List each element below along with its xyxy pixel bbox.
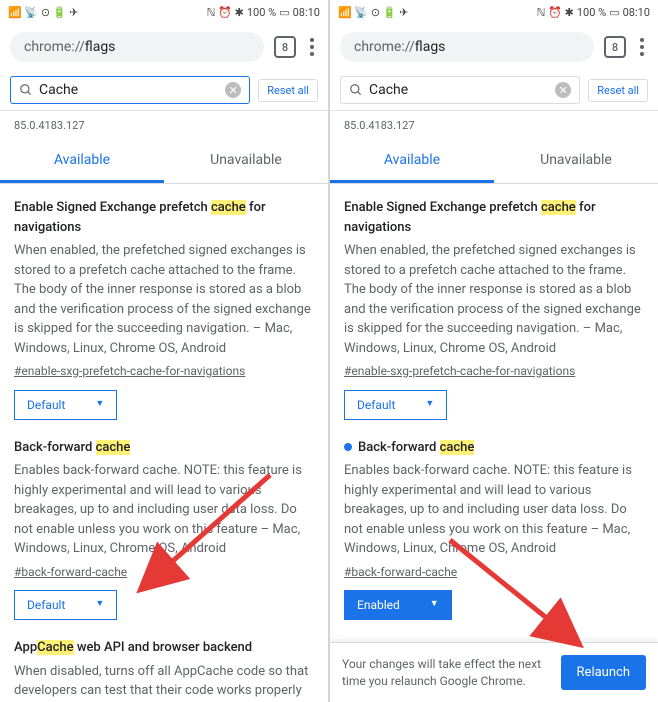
search-input[interactable] — [39, 82, 219, 98]
tab-available[interactable]: Available — [330, 140, 494, 183]
url-prefix: chrome:// — [24, 39, 85, 55]
tab-unavailable[interactable]: Unavailable — [494, 140, 658, 183]
tabs: Available Unavailable — [0, 140, 328, 184]
battery-text: 100 % — [577, 6, 606, 19]
highlight: cache — [96, 440, 131, 455]
flag-link[interactable]: #enable-sxg-prefetch-cache-for-navigatio… — [344, 362, 575, 380]
version-text: 85.0.4183.127 — [0, 111, 328, 140]
chevron-down-icon: ▼ — [430, 598, 439, 612]
tab-available[interactable]: Available — [0, 140, 164, 183]
relaunch-button[interactable]: Relaunch — [561, 655, 646, 690]
flag-title: AppCache web API and browser backend — [14, 638, 314, 658]
url-field[interactable]: chrome://flags — [340, 32, 594, 62]
flag-description: When enabled, the prefetched signed exch… — [14, 241, 314, 358]
relaunch-bar: Your changes will take effect the next t… — [330, 642, 658, 702]
search-icon — [19, 83, 33, 97]
chevron-down-icon: ▼ — [425, 398, 434, 412]
battery-text: 100 % — [247, 6, 276, 19]
search-box[interactable]: ✕ — [10, 76, 250, 104]
search-icon — [349, 83, 363, 97]
status-left: 📶 📡 ⊙ 🔋 ✈ — [8, 6, 78, 19]
phone-right: 📶 📡 ⊙ 🔋 ✈ ℕ ⏰ ✱ 100 % ▭ 08:10 chrome://f… — [330, 0, 658, 702]
url-path: flags — [85, 39, 116, 55]
reset-all-button[interactable]: Reset all — [258, 79, 318, 102]
highlight: cache — [211, 200, 246, 215]
search-row: ✕ Reset all — [330, 70, 658, 111]
tab-count-button[interactable]: 8 — [274, 36, 296, 58]
flag-description: When disabled, turns off all AppCache co… — [14, 662, 314, 702]
flag-back-forward-cache: Back-forward cache Enables back-forward … — [344, 438, 644, 621]
flag-description: Enables back-forward cache. NOTE: this f… — [14, 461, 314, 559]
flag-link[interactable]: #back-forward-cache — [14, 563, 127, 581]
flag-dropdown[interactable]: Default▼ — [14, 390, 117, 420]
chevron-down-icon: ▼ — [95, 398, 104, 412]
status-bar: 📶 📡 ⊙ 🔋 ✈ ℕ ⏰ ✱ 100 % ▭ 08:10 — [330, 0, 658, 24]
flag-dropdown[interactable]: Default▼ — [14, 590, 117, 620]
search-box[interactable]: ✕ — [340, 76, 580, 104]
flag-back-forward-cache: Back-forward cache Enables back-forward … — [14, 438, 314, 621]
modified-dot-icon — [344, 443, 352, 451]
highlight: cache — [541, 200, 576, 215]
menu-icon[interactable] — [306, 38, 318, 56]
highlight: cache — [440, 440, 475, 455]
flag-sxg-prefetch: Enable Signed Exchange prefetch cache fo… — [14, 198, 314, 420]
tab-count-button[interactable]: 8 — [604, 36, 626, 58]
version-text: 85.0.4183.127 — [330, 111, 658, 140]
status-left: 📶 📡 ⊙ 🔋 ✈ — [338, 6, 408, 19]
time-text: 08:10 — [293, 6, 320, 19]
flag-title: Back-forward cache — [344, 438, 644, 458]
clear-icon[interactable]: ✕ — [225, 82, 241, 98]
time-text: 08:10 — [623, 6, 650, 19]
content-area: Enable Signed Exchange prefetch cache fo… — [330, 184, 658, 702]
tab-unavailable[interactable]: Unavailable — [164, 140, 328, 183]
clear-icon[interactable]: ✕ — [555, 82, 571, 98]
content-area: Enable Signed Exchange prefetch cache fo… — [0, 184, 328, 702]
status-right: ℕ ⏰ ✱ 100 % ▭ 08:10 — [207, 6, 320, 19]
flag-link[interactable]: #enable-sxg-prefetch-cache-for-navigatio… — [14, 362, 245, 380]
url-bar: chrome://flags 8 — [330, 24, 658, 70]
highlight: Cache — [37, 640, 73, 655]
menu-icon[interactable] — [636, 38, 648, 56]
status-bar: 📶 📡 ⊙ 🔋 ✈ ℕ ⏰ ✱ 100 % ▭ 08:10 — [0, 0, 328, 24]
relaunch-text: Your changes will take effect the next t… — [342, 656, 551, 690]
url-prefix: chrome:// — [354, 39, 415, 55]
reset-all-button[interactable]: Reset all — [588, 79, 648, 102]
flag-appcache: AppCache web API and browser backend Whe… — [14, 638, 314, 702]
flag-title: Enable Signed Exchange prefetch cache fo… — [14, 198, 314, 237]
flag-description: Enables back-forward cache. NOTE: this f… — [344, 461, 644, 559]
status-right: ℕ ⏰ ✱ 100 % ▭ 08:10 — [537, 6, 650, 19]
flag-dropdown[interactable]: Enabled▼ — [344, 590, 452, 620]
flag-title: Back-forward cache — [14, 438, 314, 458]
flag-sxg-prefetch: Enable Signed Exchange prefetch cache fo… — [344, 198, 644, 420]
url-bar: chrome://flags 8 — [0, 24, 328, 70]
search-row: ✕ Reset all — [0, 70, 328, 111]
search-input[interactable] — [369, 82, 549, 98]
phone-left: 📶 📡 ⊙ 🔋 ✈ ℕ ⏰ ✱ 100 % ▭ 08:10 chrome://f… — [0, 0, 328, 702]
url-path: flags — [415, 39, 446, 55]
flag-link[interactable]: #back-forward-cache — [344, 563, 457, 581]
tabs: Available Unavailable — [330, 140, 658, 184]
url-field[interactable]: chrome://flags — [10, 32, 264, 62]
chevron-down-icon: ▼ — [95, 598, 104, 612]
flag-description: When enabled, the prefetched signed exch… — [344, 241, 644, 358]
flag-dropdown[interactable]: Default▼ — [344, 390, 447, 420]
flag-title: Enable Signed Exchange prefetch cache fo… — [344, 198, 644, 237]
